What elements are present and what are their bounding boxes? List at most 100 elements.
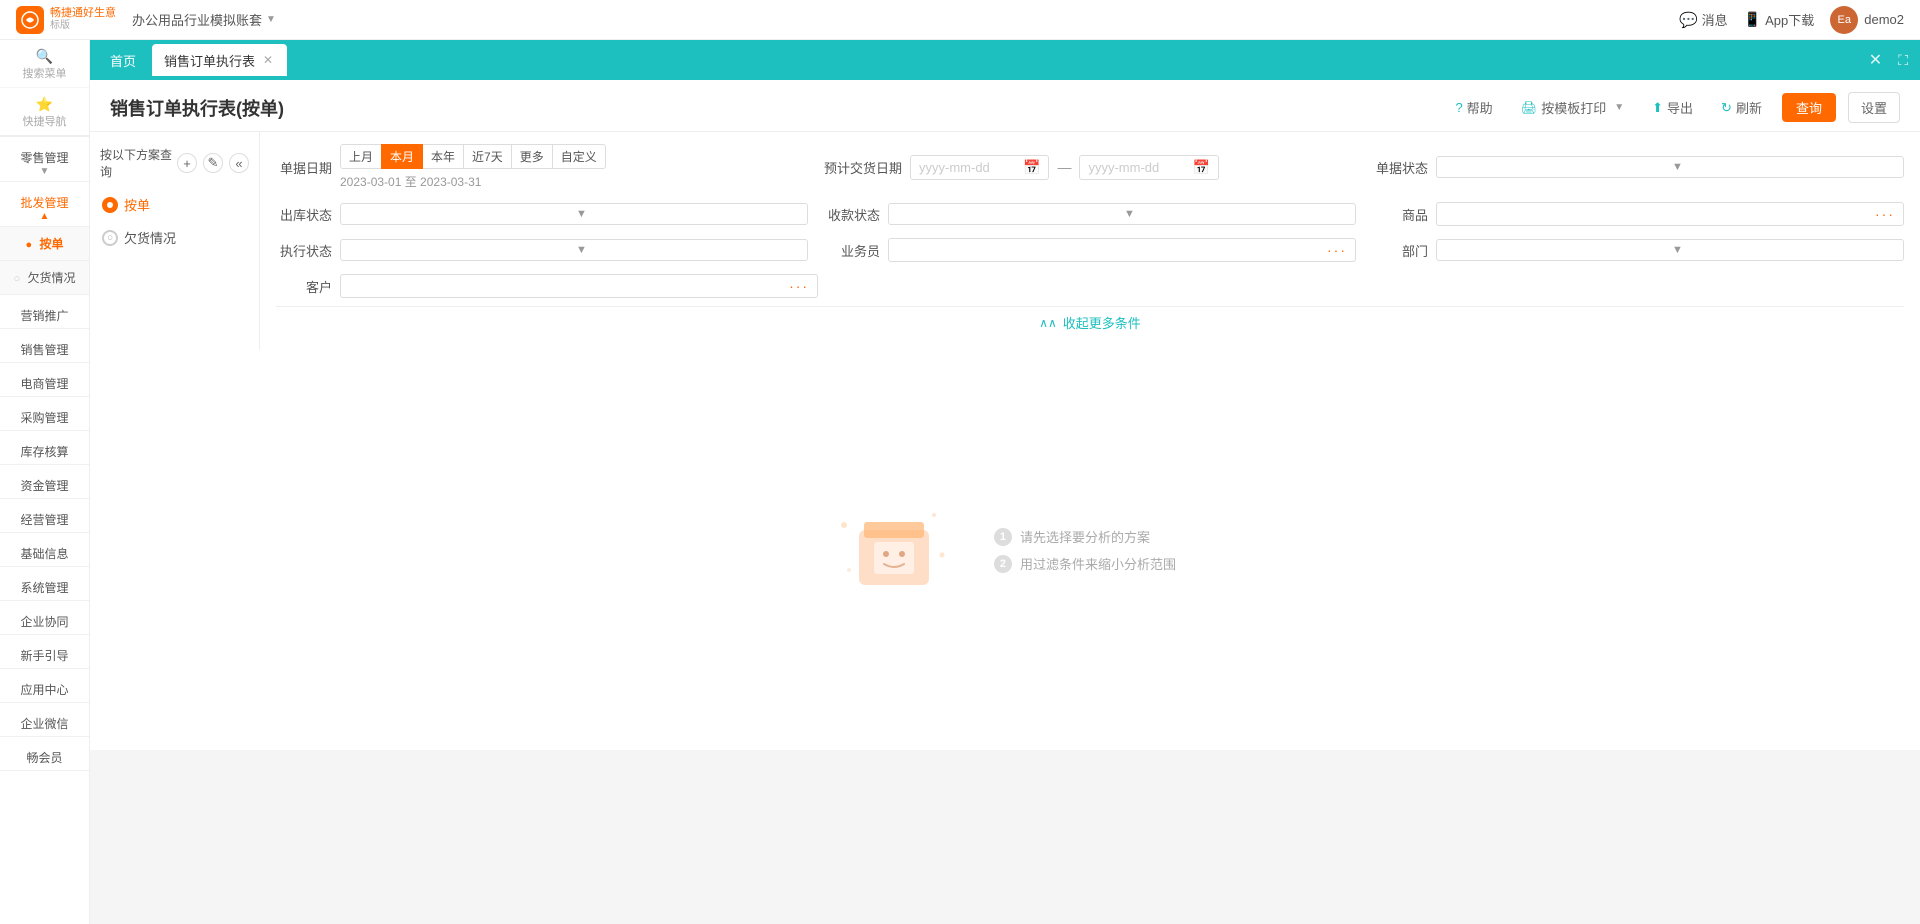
date-filter-buttons: 上月 本月 本年 近7天 更多 自定义	[340, 144, 808, 169]
date-start-input[interactable]: 📅	[910, 155, 1049, 180]
sidebar-item-system[interactable]: 系统管理	[0, 567, 89, 601]
sidebar-item-wechat[interactable]: 企业微信	[0, 703, 89, 737]
dept-select[interactable]: ▼	[1436, 239, 1904, 261]
date-btn-this-month[interactable]: 本月	[381, 144, 423, 169]
sidebar-item-finance[interactable]: 资金管理	[0, 465, 89, 499]
main-layout: 🔍 搜索菜单 ⭐ 快捷导航 零售管理 ▼ 批发管理 ▲ ● 按单 ○ 欠货情况	[0, 40, 1920, 924]
date-btn-more[interactable]: 更多	[511, 144, 553, 169]
scheme-header: 按以下方案查询 + ✎ «	[90, 142, 259, 188]
tab-sales-order[interactable]: 销售订单执行表 ✕	[152, 44, 287, 76]
scheme-actions: + ✎ «	[177, 153, 249, 173]
date-btn-custom[interactable]: 自定义	[552, 144, 606, 169]
empty-illustration-svg	[834, 500, 954, 600]
sidebar-item-basic[interactable]: 基础信息	[0, 533, 89, 567]
collapse-button[interactable]: ∧∧ 收起更多条件	[276, 306, 1904, 338]
payment-status-select[interactable]: ▼	[888, 203, 1356, 225]
sidebar-item-operations[interactable]: 经营管理	[0, 499, 89, 533]
page-content: 销售订单执行表(按单) ? 帮助 🖨 按模板打印 ▼ ⬆ 导出	[90, 80, 1920, 924]
sidebar-item-ecommerce[interactable]: 电商管理	[0, 363, 89, 397]
header-left: 畅捷通好生意 标版 办公用品行业模拟账套 ▼	[16, 6, 284, 34]
empty-state: 1 请先选择要分析的方案 2 用过滤条件来缩小分析范围	[834, 500, 1176, 600]
filter-row-4: 客户 ···	[276, 274, 1904, 298]
sub-menu-item-arrears[interactable]: ○ 欠货情况	[0, 261, 89, 295]
goods-input[interactable]: ···	[1436, 202, 1904, 226]
message-action[interactable]: 💬 消息	[1679, 10, 1728, 29]
sub-menu-item-order[interactable]: ● 按单	[0, 227, 89, 261]
tab-bar: 首页 销售订单执行表 ✕ ✕ ⛶	[90, 40, 1920, 80]
sidebar-item-quick-nav[interactable]: ⭐ 快捷导航	[0, 88, 89, 137]
sidebar-item-procurement[interactable]: 采购管理	[0, 397, 89, 431]
filter-panel: 按以下方案查询 + ✎ «	[90, 132, 1920, 350]
exec-status-arrow-icon: ▼	[576, 244, 799, 256]
logo-area: 畅捷通好生意 标版	[16, 6, 116, 34]
user-profile[interactable]: Ea demo2	[1830, 6, 1904, 34]
sidebar-item-appcenter[interactable]: 应用中心	[0, 669, 89, 703]
print-dropdown-icon: ▼	[1614, 102, 1624, 113]
date-btn-last-7-days[interactable]: 近7天	[463, 144, 512, 169]
calendar-start-icon[interactable]: 📅	[1023, 159, 1040, 176]
scheme-edit-button[interactable]: ✎	[203, 153, 223, 173]
scheme-add-button[interactable]: +	[177, 153, 197, 173]
salesperson-more-icon: ···	[1327, 242, 1347, 258]
arrears-sub-icon: ○	[107, 232, 113, 243]
date-end-input[interactable]: 📅	[1079, 155, 1218, 180]
scheme-item-arrears[interactable]: ○ 欠货情况	[90, 221, 259, 254]
sidebar-item-vip[interactable]: 畅会员	[0, 737, 89, 771]
data-area: 1 请先选择要分析的方案 2 用过滤条件来缩小分析范围	[90, 350, 1920, 750]
date-range-wrap: 📅 — 📅	[910, 155, 1219, 180]
date-start-field[interactable]	[919, 160, 1019, 175]
print-template-button[interactable]: 🖨 按模板打印 ▼	[1513, 94, 1632, 121]
scheme-circle-arrears: ○	[102, 230, 118, 246]
refresh-button[interactable]: ↻ 刷新	[1713, 94, 1770, 121]
filter-doc-status-field: 单据状态 ▼	[1372, 156, 1904, 178]
tab-close-icon[interactable]: ✕	[261, 51, 275, 69]
dept-arrow-icon: ▼	[1672, 244, 1895, 256]
sidebar-item-sales[interactable]: 销售管理	[0, 329, 89, 363]
search-icon: 🔍	[36, 48, 53, 65]
order-icon: ●	[25, 239, 32, 251]
filter-date-field: 单据日期 上月 本月 本年 近7天 更多 自定义 20	[276, 144, 808, 190]
date-btn-last-month[interactable]: 上月	[340, 144, 382, 169]
tab-expand-icon[interactable]: ⛶	[1894, 48, 1912, 73]
delivery-status-select[interactable]: ▼	[340, 203, 808, 225]
empty-illustration	[834, 500, 954, 600]
export-button[interactable]: ⬆ 导出	[1644, 94, 1701, 121]
sidebar-item-retail[interactable]: 零售管理 ▼	[0, 137, 89, 182]
tab-home[interactable]: 首页	[98, 44, 148, 76]
sidebar-item-guide[interactable]: 新手引导	[0, 635, 89, 669]
filter-row-1: 单据日期 上月 本月 本年 近7天 更多 自定义 20	[276, 144, 1904, 190]
app-selector[interactable]: 办公用品行业模拟账套 ▼	[124, 6, 284, 33]
date-btn-this-year[interactable]: 本年	[422, 144, 464, 169]
app-download-action[interactable]: 📱 App下载	[1744, 10, 1815, 29]
scheme-collapse-button[interactable]: «	[229, 153, 249, 173]
doc-status-select[interactable]: ▼	[1436, 156, 1904, 178]
sidebar-item-inventory[interactable]: 库存核算	[0, 431, 89, 465]
message-icon: 💬	[1679, 11, 1698, 29]
filter-delivery-status-field: 出库状态 ▼	[276, 203, 808, 225]
calendar-end-icon[interactable]: 📅	[1192, 159, 1209, 176]
collapse-icon: ∧∧	[1039, 316, 1057, 330]
page-title: 销售订单执行表(按单)	[110, 95, 284, 121]
tab-close-all-icon[interactable]: ✕	[1865, 46, 1886, 74]
customer-input[interactable]: ···	[340, 274, 818, 298]
settings-button[interactable]: 设置	[1848, 92, 1900, 123]
query-button[interactable]: 查询	[1782, 93, 1836, 122]
chevron-icon: ▼	[40, 166, 50, 177]
help-button[interactable]: ? 帮助	[1447, 94, 1500, 121]
sidebar-item-enterprise[interactable]: 企业协同	[0, 601, 89, 635]
header-right: 💬 消息 📱 App下载 Ea demo2	[1679, 6, 1904, 34]
filter-salesperson-field: 业务员 ···	[824, 238, 1356, 262]
chevron-down-icon: ▼	[266, 14, 276, 25]
filter-payment-status-field: 收款状态 ▼	[824, 203, 1356, 225]
sidebar-item-marketing[interactable]: 营销推广	[0, 295, 89, 329]
filter-row-2: 出库状态 ▼ 收款状态 ▼	[276, 202, 1904, 226]
scheme-item-order[interactable]: 按单	[90, 188, 259, 221]
exec-status-select[interactable]: ▼	[340, 239, 808, 261]
scheme-panel: 按以下方案查询 + ✎ «	[90, 132, 260, 350]
salesperson-input[interactable]: ···	[888, 238, 1356, 262]
date-end-field[interactable]	[1088, 160, 1188, 175]
empty-hints: 1 请先选择要分析的方案 2 用过滤条件来缩小分析范围	[994, 527, 1176, 573]
sidebar-item-search[interactable]: 🔍 搜索菜单	[0, 40, 89, 88]
sidebar-item-wholesale[interactable]: 批发管理 ▲	[0, 182, 89, 227]
star-icon: ⭐	[36, 96, 53, 113]
